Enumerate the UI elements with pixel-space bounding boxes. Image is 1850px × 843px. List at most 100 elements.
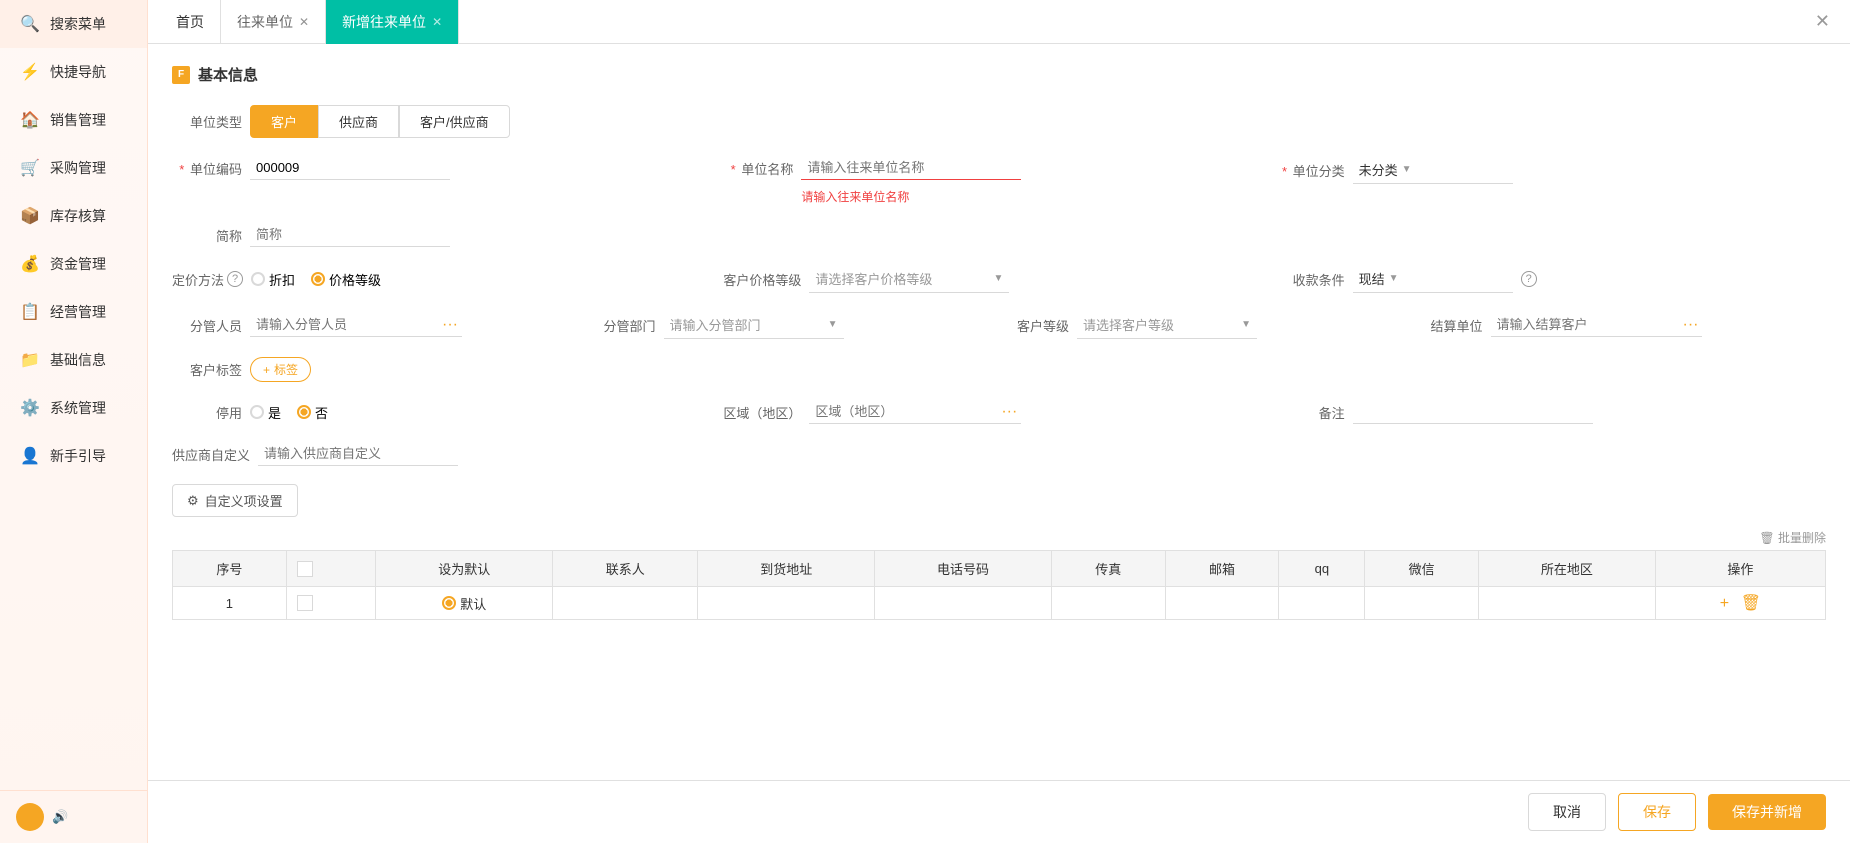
cell-action: + 🗑 — [1655, 587, 1825, 620]
col-qq: qq — [1279, 551, 1365, 587]
section-icon: F — [172, 66, 190, 84]
manager-ellipsis-icon[interactable]: ··· — [438, 316, 462, 334]
pricing-label: 定价方法 ? — [172, 270, 243, 289]
pricing-option-grade[interactable]: 价格等级 — [311, 270, 381, 289]
sidebar-item-search[interactable]: 🔍 搜索菜单 — [0, 0, 147, 48]
payment-help-icon[interactable]: ? — [1521, 271, 1537, 287]
window-close-icon[interactable]: ✕ — [1807, 11, 1838, 32]
guide-icon: 👤 — [20, 446, 40, 466]
unit-name-input[interactable] — [801, 156, 1021, 180]
type-btn-both[interactable]: 客户/供应商 — [399, 105, 510, 138]
pricing-help-icon[interactable]: ? — [227, 271, 243, 287]
save-new-button[interactable]: 保存并新增 — [1708, 794, 1826, 830]
sidebar-label-operation: 经营管理 — [50, 302, 106, 322]
disabled-group: 停用 是 否 — [172, 403, 723, 422]
remark-input[interactable] — [1353, 400, 1593, 424]
manager-input[interactable] — [250, 313, 438, 336]
manager-row: 分管人员 ··· 分管部门 请输入分管部门 ▼ 客户等级 请选择客户等级 ▼ — [172, 311, 1826, 339]
custom-settings-label: 自定义项设置 — [205, 491, 283, 510]
unit-name-label: * 单位名称 — [723, 159, 793, 178]
supplier-custom-group: 供应商自定义 — [172, 442, 1826, 466]
sidebar-item-newguide[interactable]: 👤 新手引导 — [0, 432, 147, 480]
basic-icon: 📁 — [20, 350, 40, 370]
pricing-radio-group: 折扣 价格等级 — [251, 270, 381, 289]
yes-label: 是 — [268, 403, 281, 422]
save-button[interactable]: 保存 — [1618, 793, 1696, 831]
sidebar-item-sales[interactable]: 🏠 销售管理 — [0, 96, 147, 144]
tab-contacts-label: 往来单位 — [237, 12, 293, 32]
add-row-icon[interactable]: + — [1716, 595, 1733, 612]
customer-grade-dropdown[interactable]: 请选择客户等级 ▼ — [1077, 311, 1257, 339]
section-header: F 基本信息 — [172, 64, 1826, 85]
pricing-group: 定价方法 ? 折扣 价格等级 — [172, 270, 723, 289]
sidebar-label-basic: 基础信息 — [50, 350, 106, 370]
tab-home[interactable]: 首页 — [160, 0, 221, 44]
dept-placeholder: 请输入分管部门 — [670, 315, 824, 334]
select-all-checkbox[interactable] — [297, 561, 313, 577]
cell-wechat — [1365, 587, 1479, 620]
dept-dropdown[interactable]: 请输入分管部门 ▼ — [664, 311, 844, 339]
sidebar-item-quicknav[interactable]: ⚡ 快捷导航 — [0, 48, 147, 96]
add-tag-button[interactable]: + 标签 — [250, 357, 311, 382]
sidebar-item-operation[interactable]: 📋 经营管理 — [0, 288, 147, 336]
row-checkbox[interactable] — [297, 595, 313, 611]
default-radio — [442, 596, 456, 610]
tab-new-contact-label: 新增往来单位 — [342, 12, 426, 32]
col-seq: 序号 — [173, 551, 287, 587]
abbr-label: 简称 — [172, 226, 242, 245]
abbr-group: 简称 — [172, 223, 1826, 247]
cell-qq — [1279, 587, 1365, 620]
default-label: 默认 — [460, 594, 486, 613]
region-input[interactable] — [809, 400, 997, 423]
supplier-custom-input[interactable] — [258, 442, 458, 466]
settlement-input-wrap: ··· — [1491, 313, 1703, 337]
batch-delete[interactable]: 🗑 批量删除 — [172, 529, 1826, 546]
manager-group: 分管人员 ··· — [172, 313, 586, 337]
pricing-option-discount[interactable]: 折扣 — [251, 270, 295, 289]
tab-new-contact[interactable]: 新增往来单位 ✕ — [326, 0, 459, 44]
sidebar-label-inventory: 库存核算 — [50, 206, 106, 226]
col-email: 邮箱 — [1165, 551, 1279, 587]
customer-price-dropdown[interactable]: 请选择客户价格等级 ▼ — [809, 265, 1009, 293]
abbr-row: 简称 — [172, 223, 1826, 247]
payment-label: 收款条件 — [1275, 270, 1345, 289]
grade-chevron-icon: ▼ — [1241, 319, 1251, 330]
sidebar-item-system[interactable]: ⚙️ 系统管理 — [0, 384, 147, 432]
tab-contacts-close[interactable]: ✕ — [299, 15, 309, 29]
tags-group: 客户标签 + 标签 — [172, 357, 1826, 382]
sidebar-item-basic[interactable]: 📁 基础信息 — [0, 336, 147, 384]
cancel-button[interactable]: 取消 — [1528, 793, 1606, 831]
custom-settings-button[interactable]: ⚙ 自定义项设置 — [172, 484, 298, 517]
tab-new-contact-close[interactable]: ✕ — [432, 15, 442, 29]
settlement-label: 结算单位 — [1413, 316, 1483, 335]
region-ellipsis-icon[interactable]: ··· — [997, 403, 1021, 421]
disabled-radio-group: 是 否 — [250, 403, 328, 422]
tab-contacts[interactable]: 往来单位 ✕ — [221, 0, 326, 44]
sidebar-label-sales: 销售管理 — [50, 110, 106, 130]
customer-price-placeholder: 请选择客户价格等级 — [815, 269, 989, 288]
unit-name-error: 请输入往来单位名称 — [801, 190, 909, 204]
disabled-no-option[interactable]: 否 — [297, 403, 328, 422]
cell-email — [1165, 587, 1279, 620]
discount-radio — [251, 272, 265, 286]
sidebar-item-purchase[interactable]: 🛒 采购管理 — [0, 144, 147, 192]
settlement-ellipsis-icon[interactable]: ··· — [1679, 316, 1703, 334]
abbr-input[interactable] — [250, 223, 450, 247]
region-label: 区域（地区） — [723, 403, 801, 422]
unit-code-input[interactable] — [250, 156, 450, 180]
unit-category-dropdown[interactable]: 未分类 ▼ — [1353, 156, 1513, 184]
bottom-bar: 取消 保存 保存并新增 — [148, 780, 1850, 843]
payment-dropdown[interactable]: 现结 ▼ — [1353, 265, 1513, 293]
default-radio-item[interactable]: 默认 — [386, 594, 542, 613]
type-btn-supplier[interactable]: 供应商 — [318, 105, 399, 138]
sidebar-item-inventory[interactable]: 📦 库存核算 — [0, 192, 147, 240]
type-btn-customer[interactable]: 客户 — [250, 105, 318, 138]
tabbar: 首页 往来单位 ✕ 新增往来单位 ✕ ✕ — [148, 0, 1850, 44]
cell-address — [698, 587, 875, 620]
settlement-input[interactable] — [1491, 313, 1679, 336]
col-fax: 传真 — [1051, 551, 1165, 587]
unit-category-group: * 单位分类 未分类 ▼ — [1275, 156, 1826, 184]
disabled-yes-option[interactable]: 是 — [250, 403, 281, 422]
delete-row-icon[interactable]: 🗑 — [1737, 595, 1765, 612]
sidebar-item-finance[interactable]: 💰 资金管理 — [0, 240, 147, 288]
